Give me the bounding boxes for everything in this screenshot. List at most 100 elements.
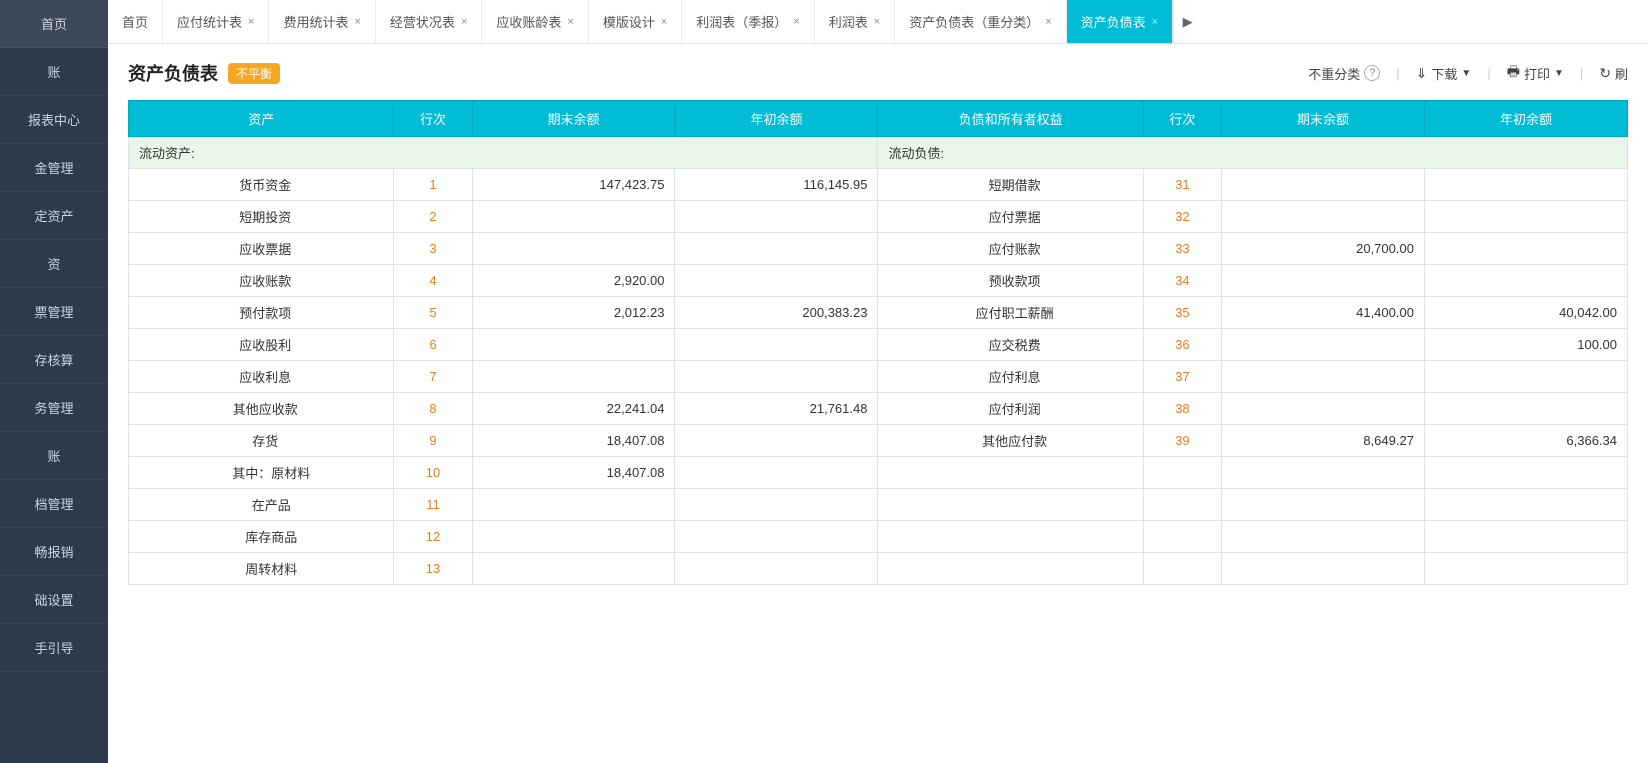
cell-right-end bbox=[1221, 329, 1424, 361]
cell-right-end: 20,700.00 bbox=[1221, 233, 1424, 265]
cell-right-row: 32 bbox=[1143, 201, 1221, 233]
cell-left-name: 其中：原材料 bbox=[129, 457, 394, 489]
cell-left-row: 4 bbox=[394, 265, 472, 297]
cell-left-name: 在产品 bbox=[129, 489, 394, 521]
cell-right-row: 31 bbox=[1143, 169, 1221, 201]
sidebar-item-invest[interactable]: 资 bbox=[0, 240, 108, 288]
print-arrow-icon: ▼ bbox=[1554, 68, 1564, 79]
close-tab-expense-stats[interactable]: × bbox=[354, 16, 360, 28]
cell-right-end bbox=[1221, 521, 1424, 553]
classify-button[interactable]: 不重分类 ? bbox=[1308, 64, 1380, 83]
cell-right-begin bbox=[1424, 361, 1627, 393]
tab-ap-stats[interactable]: 应付统计表 × bbox=[163, 0, 269, 44]
tab-ar-aging[interactable]: 应收账龄表 × bbox=[482, 0, 588, 44]
tab-home[interactable]: 首页 bbox=[108, 0, 163, 44]
sidebar-item-guide[interactable]: 手引导 bbox=[0, 624, 108, 672]
tab-profit-quarterly[interactable]: 利润表（季报） × bbox=[682, 0, 814, 44]
close-tab-profit[interactable]: × bbox=[874, 16, 880, 28]
close-tab-profit-quarterly[interactable]: × bbox=[793, 16, 799, 28]
sidebar-item-ticket-mgmt[interactable]: 票管理 bbox=[0, 288, 108, 336]
cell-left-end bbox=[472, 329, 675, 361]
sidebar-item-inventory[interactable]: 存核算 bbox=[0, 336, 108, 384]
cell-right-end: 8,649.27 bbox=[1221, 425, 1424, 457]
table-row: 周转材料 13 bbox=[129, 553, 1628, 585]
cell-right-name bbox=[878, 457, 1143, 489]
cell-left-begin: 21,761.48 bbox=[675, 393, 878, 425]
cell-right-name: 其他应付款 bbox=[878, 425, 1143, 457]
sidebar-item-report-center[interactable]: 报表中心 bbox=[0, 96, 108, 144]
download-label: 下载 bbox=[1431, 64, 1457, 83]
cell-left-name: 货币资金 bbox=[129, 169, 394, 201]
sidebar-item-ledger[interactable]: 账 bbox=[0, 432, 108, 480]
close-tab-balance-sheet[interactable]: × bbox=[1152, 16, 1158, 28]
sidebar-item-doc-mgmt[interactable]: 档管理 bbox=[0, 480, 108, 528]
th-row: 行次 bbox=[394, 101, 472, 137]
separator-1: | bbox=[1396, 66, 1399, 81]
cell-left-begin bbox=[675, 233, 878, 265]
main-content: 首页 应付统计表 × 费用统计表 × 经营状况表 × 应收账龄表 × 模版设计 … bbox=[108, 0, 1648, 763]
cell-left-end bbox=[472, 201, 675, 233]
close-tab-ar-aging[interactable]: × bbox=[567, 16, 573, 28]
cell-left-begin bbox=[675, 425, 878, 457]
sidebar-item-expense[interactable]: 畅报销 bbox=[0, 528, 108, 576]
sidebar-item-fixed-assets[interactable]: 定资产 bbox=[0, 192, 108, 240]
close-tab-balance-reclassified[interactable]: × bbox=[1045, 16, 1051, 28]
cell-right-name: 预收款项 bbox=[878, 265, 1143, 297]
refresh-button[interactable]: ↻ 刷 bbox=[1599, 64, 1628, 83]
cell-right-row bbox=[1143, 457, 1221, 489]
help-icon[interactable]: ? bbox=[1364, 65, 1380, 81]
unbalanced-badge: 不平衡 bbox=[228, 63, 280, 84]
sidebar-item-tax-mgmt[interactable]: 务管理 bbox=[0, 384, 108, 432]
sidebar-item-home[interactable]: 首页 bbox=[0, 0, 108, 48]
close-tab-business-status[interactable]: × bbox=[461, 16, 467, 28]
cell-right-row: 34 bbox=[1143, 265, 1221, 297]
tab-template-design[interactable]: 模版设计 × bbox=[589, 0, 682, 44]
cell-right-row: 38 bbox=[1143, 393, 1221, 425]
print-button[interactable]: 🖶 打印 ▼ bbox=[1507, 61, 1564, 85]
print-label: 打印 bbox=[1524, 64, 1550, 83]
table-section-header: 流动资产: 流动负债: bbox=[129, 137, 1628, 169]
section-right-label: 流动负债: bbox=[878, 137, 1628, 169]
cell-right-begin: 100.00 bbox=[1424, 329, 1627, 361]
download-button[interactable]: ⇓ 下载 ▼ bbox=[1416, 64, 1472, 83]
close-tab-template-design[interactable]: × bbox=[661, 16, 667, 28]
th-asset: 资产 bbox=[129, 101, 394, 137]
cell-left-name: 预付款项 bbox=[129, 297, 394, 329]
sidebar-item-account[interactable]: 账 bbox=[0, 48, 108, 96]
sidebar-item-cash-mgmt[interactable]: 金管理 bbox=[0, 144, 108, 192]
cell-left-begin bbox=[675, 329, 878, 361]
cell-left-begin bbox=[675, 553, 878, 585]
close-tab-ap-stats[interactable]: × bbox=[248, 16, 254, 28]
cell-left-end: 18,407.08 bbox=[472, 425, 675, 457]
cell-left-end bbox=[472, 489, 675, 521]
table-row: 货币资金 1 147,423.75 116,145.95 短期借款 31 bbox=[129, 169, 1628, 201]
cell-left-name: 应收利息 bbox=[129, 361, 394, 393]
cell-left-begin bbox=[675, 265, 878, 297]
cell-right-end bbox=[1221, 201, 1424, 233]
cell-left-end bbox=[472, 361, 675, 393]
cell-left-row: 7 bbox=[394, 361, 472, 393]
cell-right-name: 短期借款 bbox=[878, 169, 1143, 201]
tab-scroll-right[interactable]: ▶ bbox=[1173, 0, 1201, 44]
cell-left-begin: 200,383.23 bbox=[675, 297, 878, 329]
page-title-area: 资产负债表 不平衡 bbox=[128, 60, 280, 86]
cell-right-begin bbox=[1424, 265, 1627, 297]
tab-expense-stats[interactable]: 费用统计表 × bbox=[269, 0, 375, 44]
cell-left-begin: 116,145.95 bbox=[675, 169, 878, 201]
cell-right-row bbox=[1143, 521, 1221, 553]
cell-left-name: 存货 bbox=[129, 425, 394, 457]
cell-left-name: 库存商品 bbox=[129, 521, 394, 553]
classify-label: 不重分类 bbox=[1308, 64, 1360, 83]
tab-balance-sheet[interactable]: 资产负债表 × bbox=[1067, 0, 1173, 44]
th-end-balance: 期末余额 bbox=[472, 101, 675, 137]
tab-business-status[interactable]: 经营状况表 × bbox=[376, 0, 482, 44]
table-row: 短期投资 2 应付票据 32 bbox=[129, 201, 1628, 233]
tab-profit[interactable]: 利润表 × bbox=[815, 0, 895, 44]
tab-balance-reclassified[interactable]: 资产负债表（重分类） × bbox=[895, 0, 1066, 44]
cell-right-name: 应付利息 bbox=[878, 361, 1143, 393]
sidebar-item-settings[interactable]: 础设置 bbox=[0, 576, 108, 624]
cell-left-end: 2,920.00 bbox=[472, 265, 675, 297]
cell-right-end bbox=[1221, 489, 1424, 521]
cell-right-name: 应付账款 bbox=[878, 233, 1143, 265]
table-row: 其他应收款 8 22,241.04 21,761.48 应付利润 38 bbox=[129, 393, 1628, 425]
